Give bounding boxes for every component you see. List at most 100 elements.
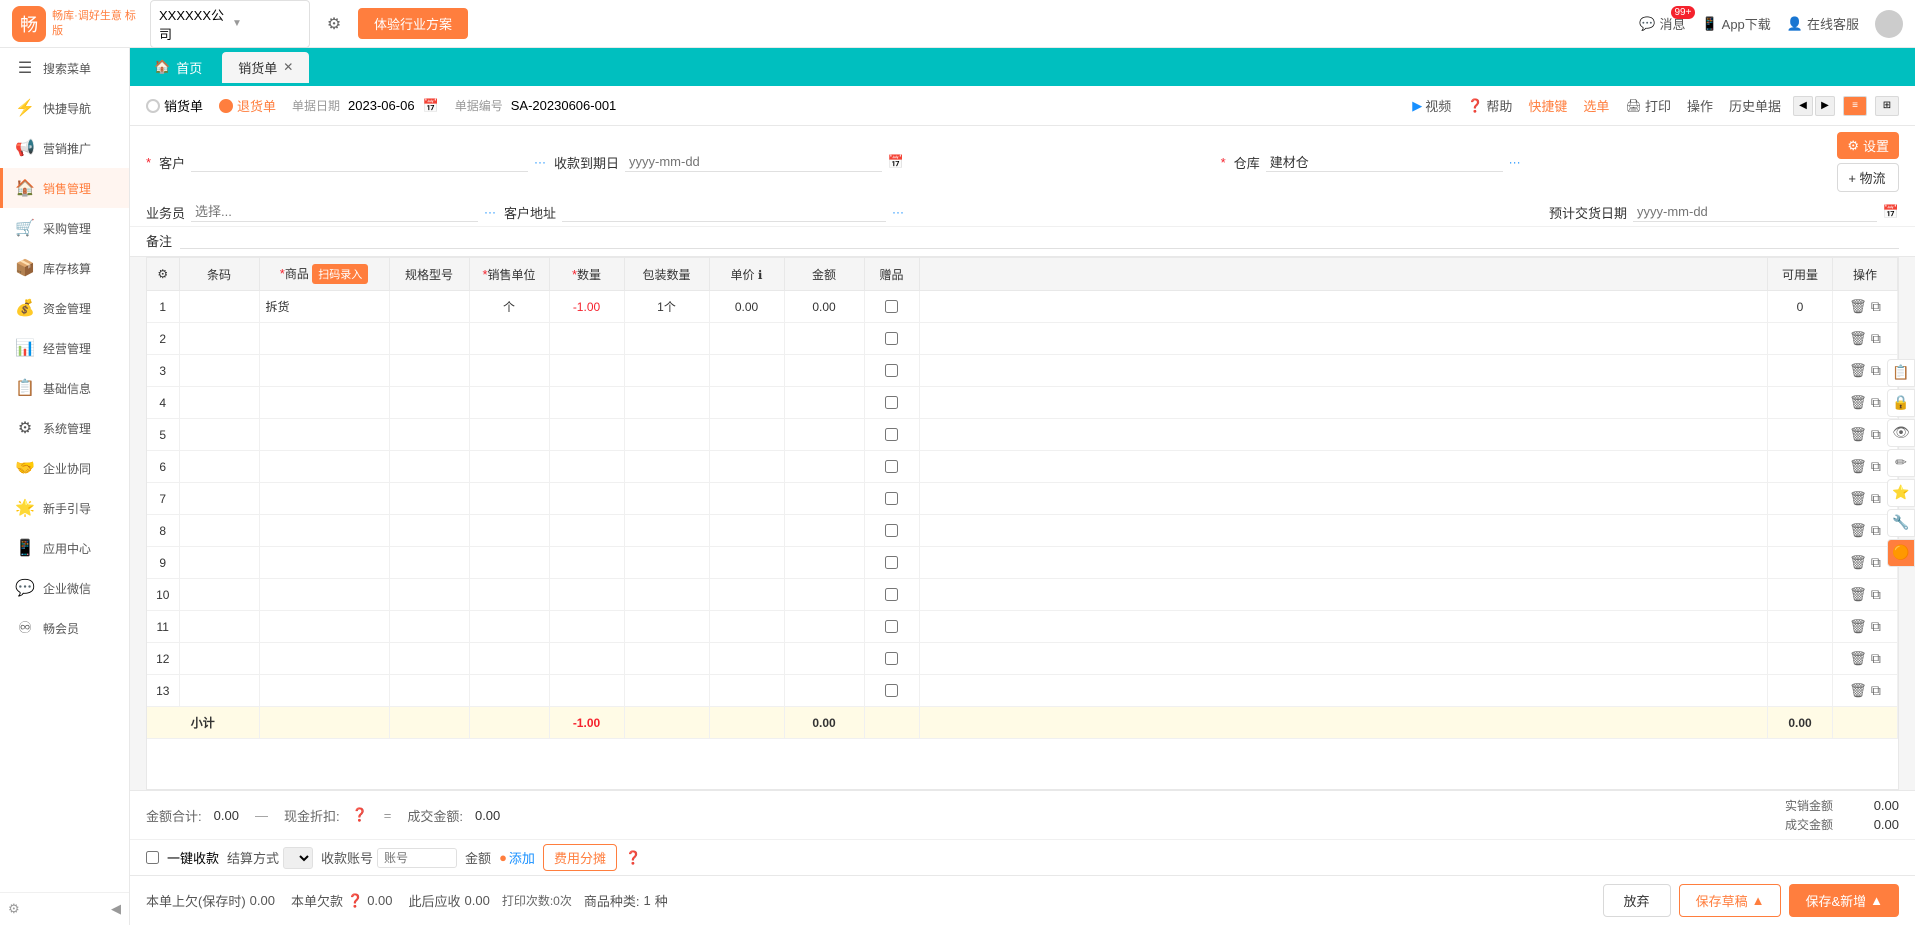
cell-barcode-8[interactable] bbox=[179, 547, 259, 579]
shortcut-btn[interactable]: 快捷键 bbox=[1524, 94, 1571, 117]
copy-icon-8[interactable]: ⧉ bbox=[1871, 554, 1881, 571]
cell-remark-2[interactable] bbox=[919, 355, 1768, 387]
copy-icon-9[interactable]: ⧉ bbox=[1871, 586, 1881, 603]
delete-icon-1[interactable]: 🗑 bbox=[1849, 330, 1867, 347]
copy-icon-2[interactable]: ⧉ bbox=[1871, 362, 1881, 379]
owe-help-icon[interactable]: ❓ bbox=[347, 893, 363, 909]
sidebar-item-purchase[interactable]: 🛒 采购管理 bbox=[0, 208, 129, 248]
sidebar-item-cooperation[interactable]: 🤝 企业协同 bbox=[0, 448, 129, 488]
cell-remark-1[interactable] bbox=[919, 323, 1768, 355]
delete-icon-0[interactable]: 🗑 bbox=[1849, 298, 1867, 315]
copy-icon-11[interactable]: ⧉ bbox=[1871, 650, 1881, 667]
warehouse-dots-icon[interactable]: ··· bbox=[1509, 155, 1521, 169]
list-view-btn[interactable]: ≡ bbox=[1843, 96, 1867, 116]
cell-quantity-9[interactable] bbox=[549, 579, 624, 611]
sidebar-item-quicknav[interactable]: ⚡ 快捷导航 bbox=[0, 88, 129, 128]
cell-quantity-3[interactable] bbox=[549, 387, 624, 419]
cell-quantity-12[interactable] bbox=[549, 675, 624, 707]
sidebar-item-operation[interactable]: 📊 经营管理 bbox=[0, 328, 129, 368]
cell-spec-0[interactable] bbox=[389, 291, 469, 323]
company-selector[interactable]: XXXXXX公司 ▼ bbox=[150, 0, 310, 48]
sidebar-collapse-icon[interactable]: ◀ bbox=[111, 901, 121, 917]
one-click-checkbox[interactable] bbox=[146, 851, 159, 864]
sidebar-item-search[interactable]: ☰ 搜索菜单 bbox=[0, 48, 129, 88]
delete-icon-9[interactable]: 🗑 bbox=[1849, 586, 1867, 603]
rf-notes-btn[interactable]: 📋 bbox=[1887, 359, 1915, 387]
cell-barcode-4[interactable] bbox=[179, 419, 259, 451]
cell-barcode-9[interactable] bbox=[179, 579, 259, 611]
cell-spec-9[interactable] bbox=[389, 579, 469, 611]
cell-quantity-2[interactable] bbox=[549, 355, 624, 387]
operate-btn[interactable]: 操作 bbox=[1683, 94, 1717, 117]
fee-help-icon[interactable]: ❓ bbox=[625, 850, 641, 866]
rf-edit-btn[interactable]: ✏ bbox=[1887, 449, 1915, 477]
cell-spec-1[interactable] bbox=[389, 323, 469, 355]
sidebar-item-system[interactable]: ⚙ 系统管理 bbox=[0, 408, 129, 448]
print-btn[interactable]: 🖨 打印 bbox=[1621, 94, 1675, 117]
cell-spec-6[interactable] bbox=[389, 483, 469, 515]
radio-return-order[interactable]: 退货单 bbox=[219, 96, 276, 115]
avatar[interactable] bbox=[1875, 10, 1903, 38]
cell-remark-8[interactable] bbox=[919, 547, 1768, 579]
cell-spec-11[interactable] bbox=[389, 643, 469, 675]
grid-view-btn[interactable]: ⊞ bbox=[1875, 96, 1899, 116]
sidebar-item-guide[interactable]: 🌟 新手引导 bbox=[0, 488, 129, 528]
history-btn[interactable]: 历史单据 bbox=[1725, 94, 1785, 117]
cell-remark-5[interactable] bbox=[919, 451, 1768, 483]
sidebar-item-wechat[interactable]: 💬 企业微信 bbox=[0, 568, 129, 608]
cell-barcode-12[interactable] bbox=[179, 675, 259, 707]
cell-price-4[interactable] bbox=[709, 419, 784, 451]
rf-view-btn[interactable]: 👁 bbox=[1887, 419, 1915, 447]
help-btn[interactable]: ❓ 帮助 bbox=[1463, 94, 1516, 117]
delivery-calendar-icon[interactable]: 📅 bbox=[1883, 204, 1899, 220]
cell-barcode-1[interactable] bbox=[179, 323, 259, 355]
cell-spec-10[interactable] bbox=[389, 611, 469, 643]
cell-quantity-0[interactable]: -1.00 bbox=[549, 291, 624, 323]
delete-icon-3[interactable]: 🗑 bbox=[1849, 394, 1867, 411]
salesperson-dots-icon[interactable]: ··· bbox=[484, 205, 496, 219]
nav-next-btn[interactable]: ▶ bbox=[1815, 96, 1835, 116]
delete-icon-12[interactable]: 🗑 bbox=[1849, 682, 1867, 699]
tab-close-icon[interactable]: ✕ bbox=[283, 60, 293, 74]
date-calendar-icon[interactable]: 📅 bbox=[423, 98, 439, 114]
logistics-btn[interactable]: + 物流 bbox=[1837, 163, 1899, 192]
delete-icon-10[interactable]: 🗑 bbox=[1849, 618, 1867, 635]
save-draft-btn[interactable]: 保存草稿 ▲ bbox=[1679, 884, 1782, 917]
cell-quantity-4[interactable] bbox=[549, 419, 624, 451]
expected-delivery-input[interactable] bbox=[1633, 202, 1877, 222]
abandon-btn[interactable]: 放弃 bbox=[1603, 884, 1671, 917]
cell-barcode-0[interactable] bbox=[179, 291, 259, 323]
scan-btn[interactable]: 扫码录入 bbox=[312, 264, 368, 284]
rf-orange-btn[interactable]: 🟠 bbox=[1887, 539, 1915, 567]
delete-icon-11[interactable]: 🗑 bbox=[1849, 650, 1867, 667]
cell-remark-4[interactable] bbox=[919, 419, 1768, 451]
th-settings[interactable]: ⚙ bbox=[147, 258, 179, 291]
customer-address-input[interactable] bbox=[562, 202, 886, 222]
delete-icon-8[interactable]: 🗑 bbox=[1849, 554, 1867, 571]
delete-icon-2[interactable]: 🗑 bbox=[1849, 362, 1867, 379]
due-date-calendar-icon[interactable]: 📅 bbox=[888, 154, 904, 170]
cell-price-9[interactable] bbox=[709, 579, 784, 611]
copy-icon-0[interactable]: ⧉ bbox=[1871, 298, 1881, 315]
settings-btn[interactable]: ⚙ 设置 bbox=[1837, 132, 1899, 159]
cell-quantity-6[interactable] bbox=[549, 483, 624, 515]
cell-quantity-7[interactable] bbox=[549, 515, 624, 547]
cell-remark-3[interactable] bbox=[919, 387, 1768, 419]
cell-barcode-3[interactable] bbox=[179, 387, 259, 419]
sidebar-item-inventory[interactable]: 📦 库存核算 bbox=[0, 248, 129, 288]
copy-icon-3[interactable]: ⧉ bbox=[1871, 394, 1881, 411]
cell-price-7[interactable] bbox=[709, 515, 784, 547]
cell-price-11[interactable] bbox=[709, 643, 784, 675]
settings-gear-button[interactable]: ⚙ bbox=[318, 8, 350, 40]
cell-spec-4[interactable] bbox=[389, 419, 469, 451]
cell-price-3[interactable] bbox=[709, 387, 784, 419]
fee-split-btn[interactable]: 费用分摊 bbox=[543, 844, 617, 871]
cell-remark-12[interactable] bbox=[919, 675, 1768, 707]
cell-quantity-8[interactable] bbox=[549, 547, 624, 579]
select-btn[interactable]: 选单 bbox=[1579, 94, 1613, 117]
copy-icon-7[interactable]: ⧉ bbox=[1871, 522, 1881, 539]
cell-barcode-7[interactable] bbox=[179, 515, 259, 547]
rf-star-btn[interactable]: ⭐ bbox=[1887, 479, 1915, 507]
copy-icon-12[interactable]: ⧉ bbox=[1871, 682, 1881, 699]
delete-icon-5[interactable]: 🗑 bbox=[1849, 458, 1867, 475]
